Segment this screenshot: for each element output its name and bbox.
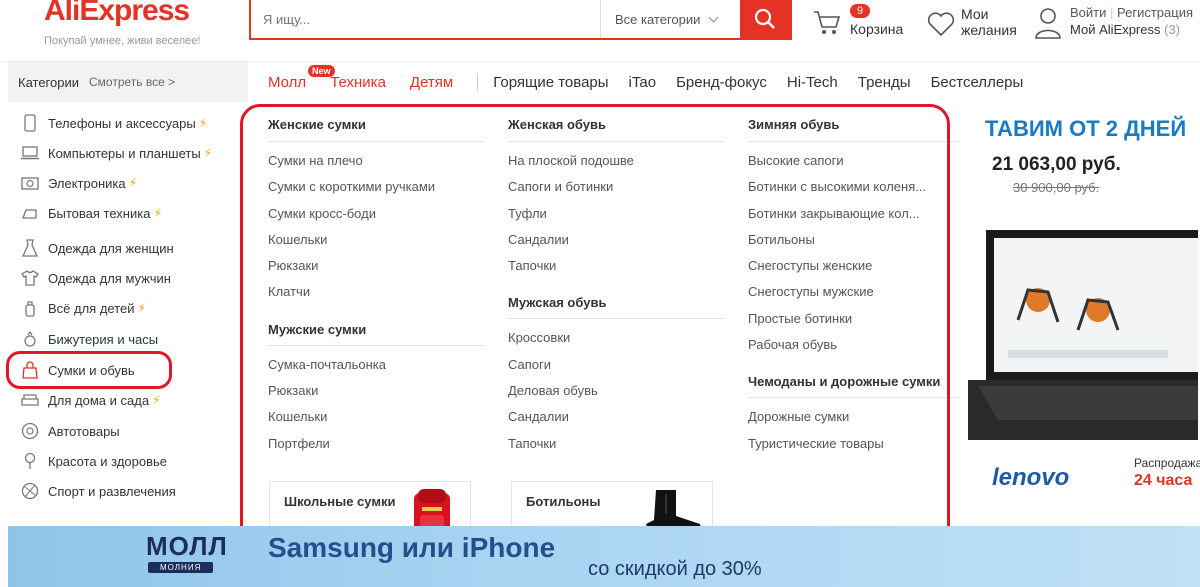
- nav-mall-label: Молл: [268, 73, 307, 91]
- bolt-icon: ⚡: [198, 116, 208, 130]
- search-button[interactable]: [740, 0, 790, 38]
- sidebar-item-label: Компьютеры и планшеты: [48, 145, 201, 161]
- nav-mall[interactable]: Молл New: [268, 64, 335, 91]
- lenovo-logo: lenovo: [992, 464, 1070, 491]
- annotation-outline-bags: [6, 351, 172, 389]
- lipstick-icon: [20, 452, 40, 470]
- nav-trends[interactable]: Тренды: [858, 74, 911, 91]
- search-icon: [754, 8, 775, 29]
- category-sidebar: Телефоны и аксессуары ⚡ Компьютеры и план…: [8, 102, 248, 507]
- promo-sale-duration: 24 часа: [1134, 472, 1193, 489]
- category-select[interactable]: Все категории: [600, 0, 740, 38]
- mall-logo: МОЛЛ: [146, 531, 228, 561]
- cart-count-badge: 9: [850, 4, 871, 18]
- nav-bestsellers[interactable]: Бестселлеры: [931, 74, 1024, 91]
- categories-bar: Категории Смотреть все >: [8, 62, 248, 102]
- sidebar-item-label: Всё для детей: [48, 300, 135, 316]
- sidebar-item-sport[interactable]: Спорт и развлечения: [20, 476, 245, 506]
- cart-label: Корзина: [850, 21, 904, 37]
- sidebar-item-men-clothing[interactable]: Одежда для мужчин: [20, 263, 245, 293]
- sidebar-item-label: Телефоны и аксессуары: [48, 115, 196, 131]
- nav-tech[interactable]: Техника: [330, 74, 386, 91]
- sidebar-item-home-garden[interactable]: Для дома и сада ⚡: [20, 385, 245, 415]
- sofa-icon: [20, 391, 40, 409]
- molnia-label: МОЛНИЯ: [148, 562, 214, 573]
- ball-icon: [20, 482, 40, 500]
- ring-icon: [20, 330, 40, 348]
- my-aliexpress-link[interactable]: Мой AliExpress: [1070, 22, 1161, 37]
- sidebar-item-kids[interactable]: Всё для детей ⚡: [20, 293, 245, 323]
- annotation-outline-dropdown: [240, 104, 950, 551]
- sidebar-item-label: Электроника: [48, 175, 126, 191]
- aliexpress-logo[interactable]: AliExpress: [44, 0, 190, 28]
- bolt-icon: ⚡: [137, 301, 146, 315]
- sidebar-item-auto[interactable]: Автотовары: [20, 416, 245, 446]
- sidebar-item-label: Одежда для мужчин: [48, 270, 171, 286]
- cart-icon: [814, 11, 841, 34]
- sidebar-item-label: Спорт и развлечения: [48, 483, 176, 499]
- sidebar-item-appliances[interactable]: Бытовая техника ⚡: [20, 198, 245, 228]
- login-link[interactable]: Войти: [1070, 5, 1106, 20]
- nav-itao[interactable]: iTao: [629, 74, 657, 91]
- bolt-icon: ⚡: [153, 206, 162, 220]
- bolt-icon: ⚡: [152, 393, 161, 407]
- tagline: Покупай умнее, живи веселее!: [44, 35, 201, 47]
- sidebar-item-label: Одежда для женщин: [48, 240, 174, 256]
- promo-panel[interactable]: ТАВИМ ОТ 2 ДНЕЙ 21 063,00 руб. 30 900,00…: [960, 102, 1200, 522]
- sidebar-item-label: Для дома и сада: [48, 392, 150, 408]
- nav-hot[interactable]: Горящие товары: [493, 74, 608, 91]
- promo-old-price: 30 900,00 руб.: [1013, 180, 1100, 195]
- bottom-banner[interactable]: МОЛЛ МОЛНИЯ Samsung или iPhone со скидко…: [8, 526, 1200, 587]
- sidebar-item-women-clothing[interactable]: Одежда для женщин: [20, 233, 245, 263]
- nav-brand-focus[interactable]: Бренд-фокус: [676, 74, 767, 91]
- laptop-image: [968, 230, 1198, 440]
- sidebar-item-computers[interactable]: Компьютеры и планшеты ⚡: [20, 138, 245, 168]
- shirt-icon: [20, 269, 40, 287]
- promo-headline: ТАВИМ ОТ 2 ДНЕЙ: [985, 116, 1187, 141]
- sidebar-item-label: Бижутерия и часы: [48, 331, 159, 347]
- bolt-icon: ⚡: [203, 146, 213, 160]
- search-input[interactable]: [251, 0, 600, 38]
- see-all-link[interactable]: Смотреть все >: [89, 75, 175, 89]
- my-aliexpress-count: (3): [1164, 22, 1181, 37]
- navbar: Категории Смотреть все > Молл New Техника…: [0, 62, 1200, 102]
- chevron-down-icon: [708, 12, 719, 22]
- dress-icon: [20, 239, 40, 257]
- phone-icon: [20, 114, 40, 132]
- wishlist-label: Мои желания: [961, 6, 1017, 38]
- camera-icon: [20, 174, 40, 192]
- nav-divider: [477, 73, 479, 91]
- bolt-icon: ⚡: [128, 176, 138, 190]
- promo-price: 21 063,00 руб.: [992, 154, 1121, 175]
- sidebar-item-beauty[interactable]: Красота и здоровье: [20, 446, 245, 476]
- heart-icon: [927, 12, 955, 37]
- promo-sale-label: Распродажа: [1134, 456, 1200, 470]
- nav-hitech[interactable]: Hi-Tech: [787, 74, 838, 91]
- register-link[interactable]: Регистрация: [1117, 5, 1193, 20]
- laptop-icon: [20, 144, 40, 162]
- wheel-icon: [20, 422, 40, 440]
- nav-kids[interactable]: Детям: [410, 74, 453, 91]
- banner-headline: Samsung или iPhone: [268, 532, 556, 563]
- category-select-label: Все категории: [615, 11, 701, 27]
- categories-label: Категории: [18, 74, 79, 90]
- iron-icon: [20, 204, 40, 222]
- sidebar-item-electronics[interactable]: Электроника ⚡: [20, 168, 245, 198]
- header: AliExpress Покупай умнее, живи веселее! …: [0, 0, 1200, 62]
- banner-subline: со скидкой до 30%: [588, 558, 762, 580]
- sidebar-item-label: Красота и здоровье: [48, 453, 168, 469]
- sidebar-item-label: Бытовая техника: [48, 205, 151, 221]
- top-menu: Молл New Техника Детям Горящие товары iTa…: [268, 62, 1043, 102]
- user-icon: [1035, 8, 1061, 39]
- sidebar-item-phones[interactable]: Телефоны и аксессуары ⚡: [20, 108, 245, 138]
- sidebar-item-label: Автотовары: [48, 423, 120, 439]
- cart-button[interactable]: 9 Корзина: [812, 4, 908, 40]
- bottle-icon: [20, 299, 40, 317]
- search-bar: Все категории: [249, 0, 792, 40]
- sidebar-item-jewelry[interactable]: Бижутерия и часы: [20, 324, 245, 354]
